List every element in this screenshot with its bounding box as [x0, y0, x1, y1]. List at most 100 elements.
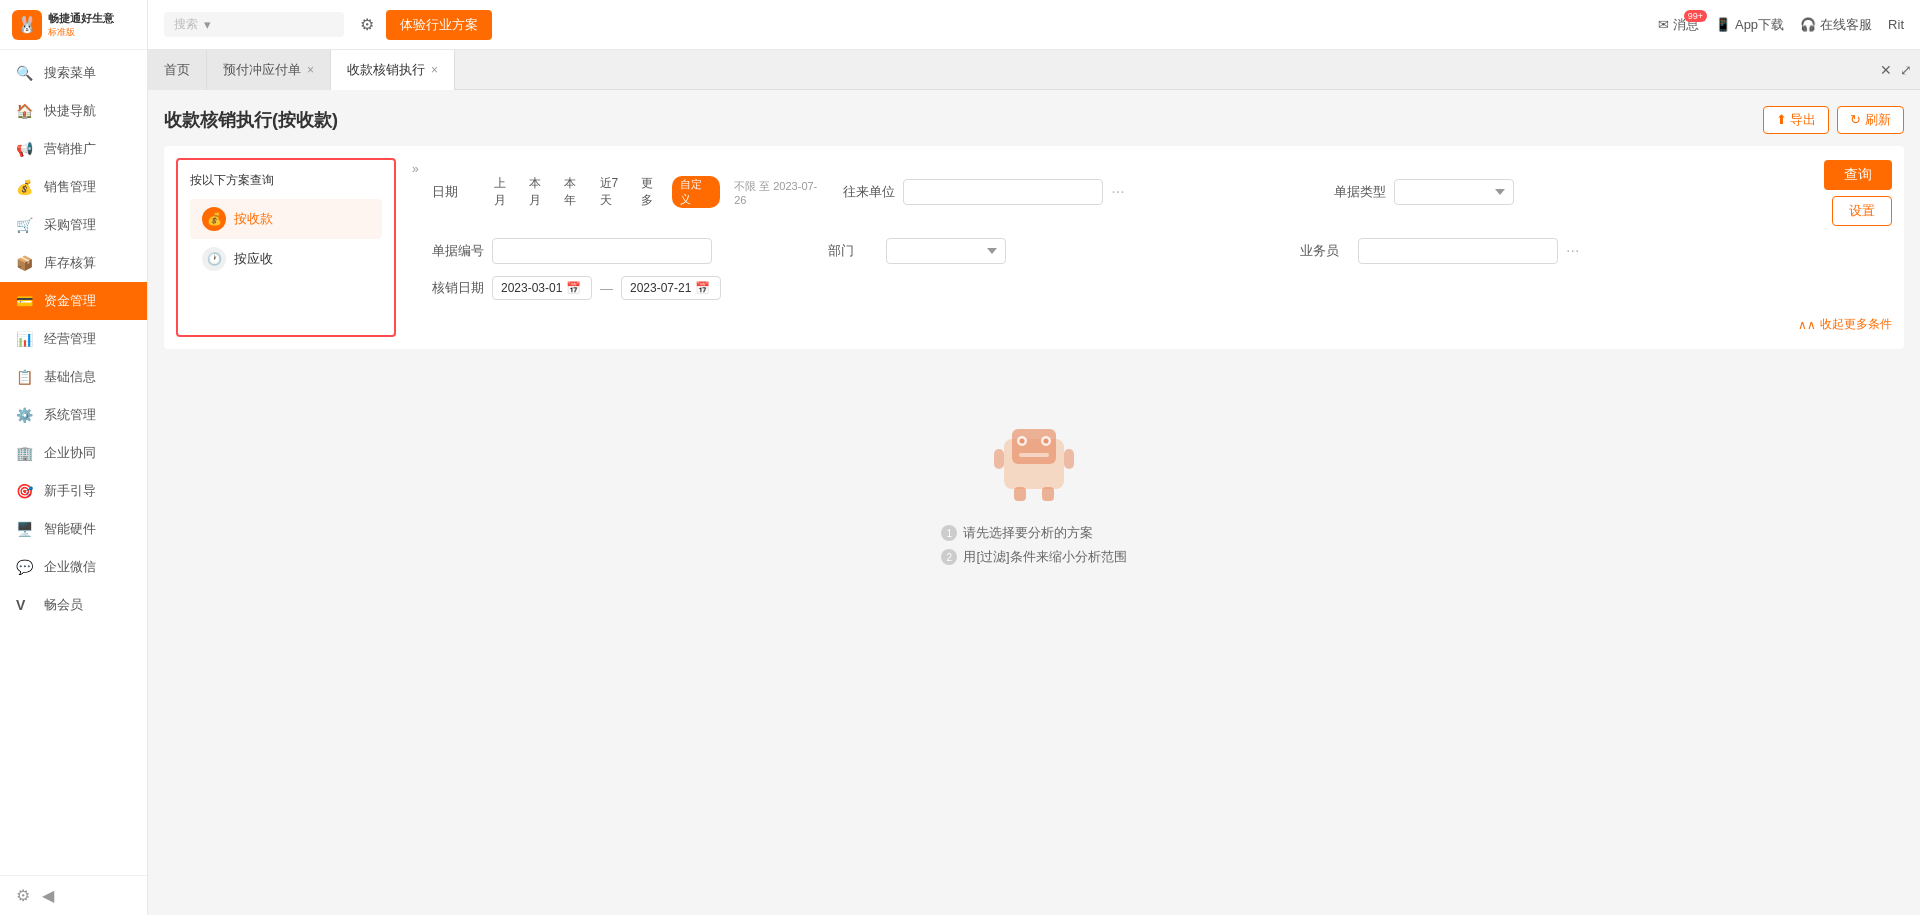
- export-btn[interactable]: ⬆ 导出: [1763, 106, 1830, 134]
- user-label: Rit: [1888, 17, 1904, 32]
- header-search-area[interactable]: 搜索 ▾: [164, 12, 344, 37]
- verify-date-start-input[interactable]: 2023-03-01 📅: [492, 276, 592, 300]
- sidebar-item-quick-nav[interactable]: 🏠 快捷导航: [0, 92, 147, 130]
- basic-info-icon: 📋: [16, 369, 36, 385]
- page-title: 收款核销执行(按收款): [164, 108, 338, 132]
- filter-form: 日期 上月 本月 本年 近7天 更多 自定义 不限 至 2023-07-26: [432, 158, 1892, 337]
- header-dropdown-icon[interactable]: ▾: [204, 17, 211, 32]
- sidebar-item-sales[interactable]: 💰 销售管理: [0, 168, 147, 206]
- enterprise-icon: 🏢: [16, 445, 36, 461]
- sidebar-item-marketing[interactable]: 📢 营销推广: [0, 130, 147, 168]
- dept-select[interactable]: [886, 238, 1006, 264]
- quick-nav-icon: 🏠: [16, 103, 36, 119]
- header-online-service[interactable]: 🎧 在线客服: [1800, 16, 1872, 34]
- filter-option-by-receivable[interactable]: 🕐 按应收: [190, 239, 382, 279]
- doc-type-select[interactable]: [1394, 179, 1514, 205]
- dept-label: 部门: [828, 242, 878, 260]
- tab-prepay-close[interactable]: ×: [307, 63, 314, 77]
- sidebar-item-label: 采购管理: [44, 216, 96, 234]
- collapse-label: 收起更多条件: [1820, 316, 1892, 333]
- tab-close-btn[interactable]: ✕: [1880, 62, 1892, 78]
- sidebar-item-finance[interactable]: 💳 资金管理: [0, 282, 147, 320]
- date-shortcut-last-month[interactable]: 上月: [490, 173, 521, 211]
- sidebar-item-beginner[interactable]: 🎯 新手引导: [0, 472, 147, 510]
- sidebar-item-label: 资金管理: [44, 292, 96, 310]
- staff-field: 业务员 ···: [1300, 238, 1756, 264]
- inventory-icon: 📦: [16, 255, 36, 271]
- doc-type-label: 单据类型: [1334, 183, 1386, 201]
- tab-prepay[interactable]: 预付冲应付单 ×: [207, 50, 331, 90]
- counterpart-input[interactable]: [903, 179, 1103, 205]
- logo-text: 畅捷通好生意 标准版: [48, 11, 114, 39]
- date-shortcut-custom[interactable]: 自定义: [672, 176, 720, 208]
- sidebar-item-label: 企业微信: [44, 558, 96, 576]
- svg-rect-1: [1012, 429, 1056, 464]
- date-shortcut-this-month[interactable]: 本月: [525, 173, 556, 211]
- svg-point-4: [1020, 439, 1025, 444]
- sidebar-item-search-menu[interactable]: 🔍 搜索菜单: [0, 54, 147, 92]
- date-shortcut-7days[interactable]: 近7天: [596, 173, 634, 211]
- member-icon: V: [16, 597, 36, 613]
- industry-btn[interactable]: 体验行业方案: [386, 10, 492, 40]
- sidebar-item-label: 搜索菜单: [44, 64, 96, 82]
- by-receipt-label: 按收款: [234, 210, 273, 228]
- filter-collapse-toggle[interactable]: »: [412, 158, 432, 337]
- sidebar-item-member[interactable]: V 畅会员: [0, 586, 147, 624]
- filter-row-2: 单据编号 部门 业务员 ···: [432, 238, 1892, 264]
- query-btn[interactable]: 查询: [1824, 160, 1892, 190]
- svg-rect-10: [1042, 487, 1054, 501]
- date-shortcuts: 上月 本月 本年 近7天 更多 自定义: [490, 173, 720, 211]
- date-no-limit: 不限 至 2023-07-26: [734, 179, 827, 206]
- settings-btn[interactable]: 设置: [1832, 196, 1892, 226]
- sidebar-item-hardware[interactable]: 🖥️ 智能硬件: [0, 510, 147, 548]
- collapse-more-btn[interactable]: ∧∧ 收起更多条件: [432, 312, 1892, 337]
- sidebar-settings-icon[interactable]: ⚙: [16, 886, 30, 905]
- sales-icon: 💰: [16, 179, 36, 195]
- filter-option-by-receipt[interactable]: 💰 按收款: [190, 199, 382, 239]
- sidebar-item-label: 畅会员: [44, 596, 83, 614]
- staff-ellipsis-icon[interactable]: ···: [1566, 242, 1590, 260]
- tab-receipt-verify[interactable]: 收款核销执行 ×: [331, 50, 455, 90]
- sidebar-item-label: 系统管理: [44, 406, 96, 424]
- sidebar-bottom: ⚙ ◀: [0, 875, 147, 915]
- date-shortcut-this-year[interactable]: 本年: [560, 173, 591, 211]
- beginner-icon: 🎯: [16, 483, 36, 499]
- sidebar-item-basic-info[interactable]: 📋 基础信息: [0, 358, 147, 396]
- sidebar-item-purchase[interactable]: 🛒 采购管理: [0, 206, 147, 244]
- sidebar-item-inventory[interactable]: 📦 库存核算: [0, 244, 147, 282]
- calendar-start-icon[interactable]: 📅: [566, 281, 581, 295]
- date-field: 日期 上月 本月 本年 近7天 更多 自定义 不限 至 2023-07-26: [432, 173, 827, 211]
- verify-date-field: 核销日期 2023-03-01 📅 — 2023-07-21 📅: [432, 276, 1892, 300]
- tab-receipt-close[interactable]: ×: [431, 63, 438, 77]
- doc-no-input[interactable]: [492, 238, 712, 264]
- sidebar-item-wechat[interactable]: 💬 企业微信: [0, 548, 147, 586]
- header-user[interactable]: Rit: [1888, 17, 1904, 32]
- header-app-download[interactable]: 📱 App下载: [1715, 16, 1784, 34]
- header-messages[interactable]: ✉ 消息 99+: [1658, 16, 1699, 34]
- verify-date-end-input[interactable]: 2023-07-21 📅: [621, 276, 721, 300]
- sidebar-item-enterprise[interactable]: 🏢 企业协同: [0, 434, 147, 472]
- tab-fullscreen-btn[interactable]: ⤢: [1900, 62, 1912, 78]
- finance-icon: 💳: [16, 293, 36, 309]
- verify-date-start-value: 2023-03-01: [501, 281, 562, 295]
- wechat-icon: 💬: [16, 559, 36, 575]
- service-label: 在线客服: [1820, 16, 1872, 34]
- top-header: 搜索 ▾ ⚙ 体验行业方案 ✉ 消息 99+ 📱 App下载 🎧 在线客服 Ri…: [148, 0, 1920, 50]
- hardware-icon: 🖥️: [16, 521, 36, 537]
- counterpart-ellipsis-icon[interactable]: ···: [1111, 183, 1135, 201]
- filter-actions: 查询 设置: [1824, 158, 1892, 226]
- tab-home[interactable]: 首页: [148, 50, 207, 90]
- sidebar-collapse-icon[interactable]: ◀: [42, 886, 54, 905]
- date-shortcut-more[interactable]: 更多: [637, 173, 668, 211]
- sidebar-item-operations[interactable]: 📊 经营管理: [0, 320, 147, 358]
- dept-field: 部门: [828, 238, 1284, 264]
- logo-icon: 🐰: [12, 10, 42, 40]
- svg-point-5: [1044, 439, 1049, 444]
- operations-icon: 📊: [16, 331, 36, 347]
- staff-input[interactable]: [1358, 238, 1558, 264]
- refresh-btn[interactable]: ↻ 刷新: [1837, 106, 1904, 134]
- sidebar-item-label: 库存核算: [44, 254, 96, 272]
- header-gear-icon[interactable]: ⚙: [360, 15, 374, 34]
- sidebar-item-system[interactable]: ⚙️ 系统管理: [0, 396, 147, 434]
- calendar-end-icon[interactable]: 📅: [695, 281, 710, 295]
